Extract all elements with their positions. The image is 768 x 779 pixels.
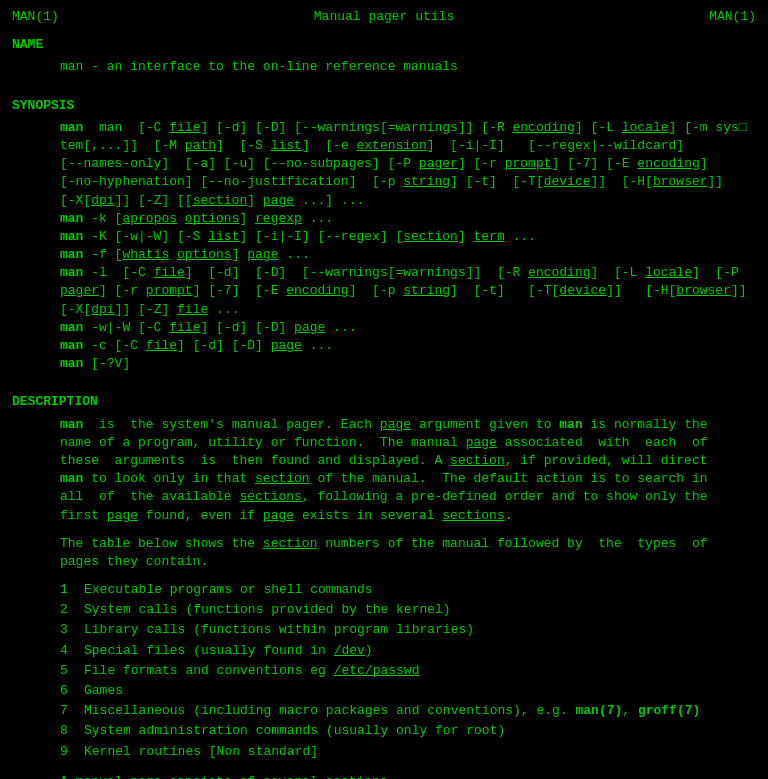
description-title: DESCRIPTION	[12, 393, 756, 411]
list-num: 8	[60, 722, 84, 740]
synopsis-line: [-X[dpi]] [-Z] file ...	[60, 301, 756, 319]
list-text: Library calls (functions within program …	[84, 621, 474, 639]
list-num: 7	[60, 702, 84, 720]
synopsis-line: man man [-C file] [-d] [-D] [--warnings[…	[60, 119, 756, 137]
list-text: Kernel routines [Non standard]	[84, 743, 318, 761]
list-item: 7Miscellaneous (including macro packages…	[60, 702, 756, 720]
synopsis-section: SYNOPSIS man man [-C file] [-d] [-D] [--…	[12, 97, 756, 374]
list-num: 2	[60, 601, 84, 619]
list-num: 5	[60, 662, 84, 680]
list-text: System calls (functions provided by the …	[84, 601, 451, 619]
list-num: 6	[60, 682, 84, 700]
list-item: 8System administration commands (usually…	[60, 722, 756, 740]
synopsis-line: pager] [-r prompt] [-7] [-E encoding] [-…	[60, 282, 756, 300]
description-section: DESCRIPTION man is the system's manual p…	[12, 393, 756, 779]
synopsis-title: SYNOPSIS	[12, 97, 756, 115]
description-paragraph-2: The table below shows the section number…	[60, 535, 756, 571]
synopsis-line: man -c [-C file] [-d] [-D] page ...	[60, 337, 756, 355]
synopsis-lines: man man [-C file] [-d] [-D] [--warnings[…	[12, 119, 756, 374]
list-num: 1	[60, 581, 84, 599]
list-item: 6Games	[60, 682, 756, 700]
name-section: NAME man - an interface to the on-line r…	[12, 36, 756, 76]
header-center: Manual pager utils	[314, 8, 454, 26]
list-item: 5File formats and conventions eg /etc/pa…	[60, 662, 756, 680]
list-text: Executable programs or shell commands	[84, 581, 373, 599]
synopsis-line: man -k [apropos options] regexp ...	[60, 210, 756, 228]
list-item: 9Kernel routines [Non standard]	[60, 743, 756, 761]
header-right: MAN(1)	[709, 8, 756, 26]
list-item: 1Executable programs or shell commands	[60, 581, 756, 599]
list-text: Miscellaneous (including macro packages …	[84, 702, 700, 720]
list-num: 4	[60, 642, 84, 660]
synopsis-line: tem[,...]] [-M path] [-S list] [-e exten…	[60, 137, 756, 155]
name-title: NAME	[12, 36, 756, 54]
synopsis-line: man [-?V]	[60, 355, 756, 373]
name-content: man - an interface to the on-line refere…	[12, 58, 756, 76]
list-item: 3Library calls (functions within program…	[60, 621, 756, 639]
description-paragraph-1: man is the system's manual pager. Each p…	[60, 416, 756, 525]
list-item: 4Special files (usually found in /dev)	[60, 642, 756, 660]
list-text: File formats and conventions eg /etc/pas…	[84, 662, 419, 680]
synopsis-line: man -f [whatis options] page ...	[60, 246, 756, 264]
synopsis-line: [-no-hyphenation] [--no-justification] […	[60, 173, 756, 191]
synopsis-line: [--names-only] [-a] [-u] [--no-subpages]…	[60, 155, 756, 173]
header-left: MAN(1)	[12, 8, 59, 26]
list-item: 2System calls (functions provided by the…	[60, 601, 756, 619]
description-content: man is the system's manual pager. Each p…	[12, 416, 756, 779]
description-after-list-0: A manual page consists of several sectio…	[60, 773, 756, 779]
synopsis-line: man -l [-C file] [-d] [-D] [--warnings[=…	[60, 264, 756, 282]
synopsis-line: man -K [-w|-W] [-S list] [-i|-I] [--rege…	[60, 228, 756, 246]
list-text: Games	[84, 682, 123, 700]
list-num: 3	[60, 621, 84, 639]
synopsis-line: man -w|-W [-C file] [-d] [-D] page ...	[60, 319, 756, 337]
list-text: System administration commands (usually …	[84, 722, 505, 740]
page-header: MAN(1) Manual pager utils MAN(1)	[12, 8, 756, 26]
list-text: Special files (usually found in /dev)	[84, 642, 373, 660]
synopsis-line: [-X[dpi]] [-Z] [[section] page ...] ...	[60, 192, 756, 210]
list-num: 9	[60, 743, 84, 761]
